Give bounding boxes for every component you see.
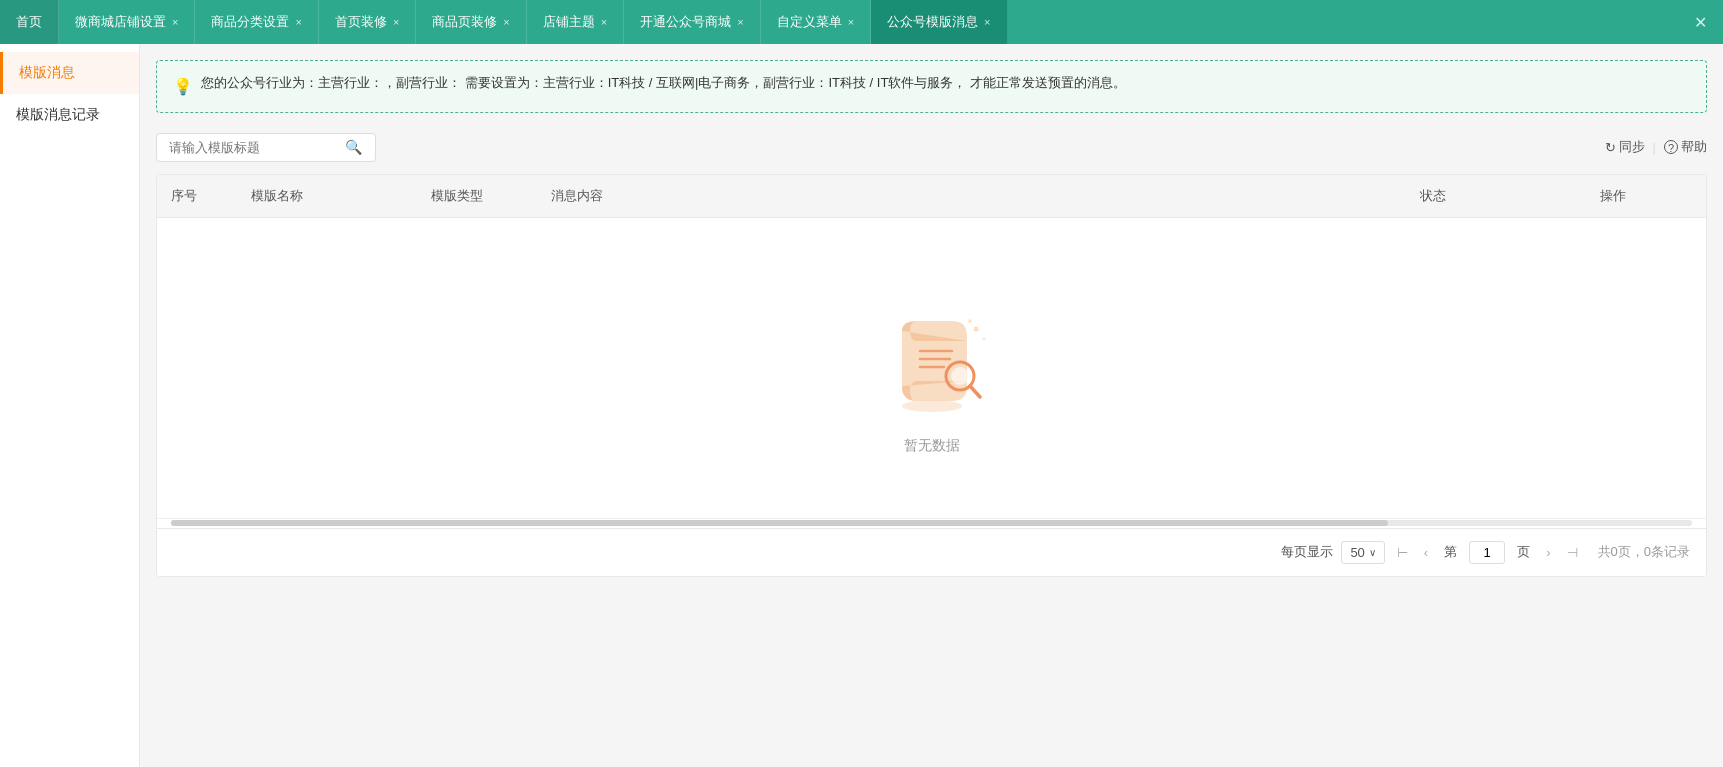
sidebar-item-template-msg[interactable]: 模版消息 [0,52,139,94]
col-header-status: 状态 [1406,175,1586,217]
close-tab-shop-theme[interactable]: × [601,16,607,28]
refresh-icon: ↻ [1605,140,1616,155]
sidebar-item-template-msg-label: 模版消息 [19,64,75,80]
sync-label: 同步 [1619,138,1645,156]
table-header: 序号 模版名称 模版类型 消息内容 状态 操作 [157,175,1706,218]
svg-point-8 [982,337,985,340]
page-size-label: 每页显示 [1281,543,1333,561]
content-area: 💡 您的公众号行业为：主营行业：，副营行业： 需要设置为：主营行业：IT科技 /… [140,44,1723,767]
scrollbar-track[interactable] [171,520,1692,526]
empty-illustration [872,301,992,421]
refresh-button[interactable]: ↻ 同步 [1605,138,1645,156]
toolbar-right: ↻ 同步 | ? 帮助 [1605,138,1707,156]
help-label: 帮助 [1681,138,1707,156]
tab-custom-menu[interactable]: 自定义菜单 × [761,0,871,44]
search-input[interactable] [165,134,345,161]
search-bar: 🔍 ↻ 同步 | ? 帮助 [156,133,1707,162]
top-nav: 首页 微商城店铺设置 × 商品分类设置 × 首页装修 × 商品页装修 × 店铺主… [0,0,1723,44]
search-input-wrap: 🔍 [156,133,376,162]
svg-point-9 [968,319,972,323]
tab-template-msg-label: 公众号模版消息 [887,13,978,31]
empty-text: 暂无数据 [904,437,960,455]
col-header-type: 模版类型 [417,175,537,217]
toolbar-divider: | [1653,140,1656,155]
scrollbar-thumb [171,520,1388,526]
col-header-index: 序号 [157,175,237,217]
col-header-action: 操作 [1586,175,1706,217]
scrollbar-area [157,518,1706,528]
tab-shop-settings[interactable]: 微商城店铺设置 × [59,0,195,44]
first-page-button[interactable]: ⊢ [1393,543,1412,562]
tab-home-decor[interactable]: 首页装修 × [319,0,416,44]
pagination: 每页显示 50 ∨ ⊢ ‹ 第 页 › ⊣ 共0页，0条记录 [157,528,1706,576]
close-tab-open-mall[interactable]: × [737,16,743,28]
tab-open-mall[interactable]: 开通公众号商城 × [624,0,760,44]
main-layout: 模版消息 模版消息记录 💡 您的公众号行业为：主营行业：，副营行业： 需要设置为… [0,44,1723,767]
last-page-button[interactable]: ⊣ [1563,543,1582,562]
close-tab-product-decor[interactable]: × [503,16,509,28]
tab-category-settings[interactable]: 商品分类设置 × [195,0,318,44]
page-number-input[interactable] [1469,541,1505,564]
col-header-name: 模版名称 [237,175,417,217]
help-button[interactable]: ? 帮助 [1664,138,1707,156]
close-tab-custom-menu[interactable]: × [848,16,854,28]
sidebar-item-template-msg-log[interactable]: 模版消息记录 [0,94,139,136]
help-icon: ? [1664,140,1678,154]
next-page-button[interactable]: › [1542,543,1554,562]
page-size-select[interactable]: 50 ∨ [1341,541,1384,564]
close-tab-home-decor[interactable]: × [393,16,399,28]
sidebar-item-template-msg-log-label: 模版消息记录 [16,106,100,122]
sidebar: 模版消息 模版消息记录 [0,44,140,767]
prev-page-button[interactable]: ‹ [1420,543,1432,562]
close-tab-category-settings[interactable]: × [295,16,301,28]
tab-shop-theme-label: 店铺主题 [543,13,595,31]
notice-box: 💡 您的公众号行业为：主营行业：，副营行业： 需要设置为：主营行业：IT科技 /… [156,60,1707,113]
tab-shop-theme[interactable]: 店铺主题 × [527,0,624,44]
tab-shop-settings-label: 微商城店铺设置 [75,13,166,31]
chevron-down-icon: ∨ [1369,547,1376,558]
tab-product-decor-label: 商品页装修 [432,13,497,31]
page-total-label: 共0页，0条记录 [1598,543,1690,561]
svg-point-5 [951,367,969,385]
close-all-tabs-button[interactable]: ✕ [1678,13,1723,32]
tab-home[interactable]: 首页 [0,0,59,44]
tab-product-decor[interactable]: 商品页装修 × [416,0,526,44]
notice-prefix: 您的公众号行业为：主营行业：，副营行业： [201,75,461,90]
svg-line-6 [970,386,980,397]
data-table: 序号 模版名称 模版类型 消息内容 状态 操作 [156,174,1707,577]
notice-suffix: 才能正常发送预置的消息。 [970,75,1126,90]
tab-custom-menu-label: 自定义菜单 [777,13,842,31]
tab-open-mall-label: 开通公众号商城 [640,13,731,31]
search-button[interactable]: 🔍 [345,139,362,155]
tab-category-settings-label: 商品分类设置 [211,13,289,31]
tab-template-msg[interactable]: 公众号模版消息 × [871,0,1007,44]
col-header-content: 消息内容 [537,175,1406,217]
page-unit-label: 页 [1517,543,1530,561]
page-size-value: 50 [1350,545,1364,560]
svg-point-0 [902,400,962,412]
close-tab-template-msg[interactable]: × [984,16,990,28]
notice-icon: 💡 [173,74,193,100]
tab-home-decor-label: 首页装修 [335,13,387,31]
page-label-prefix: 第 [1444,543,1457,561]
close-tab-shop-settings[interactable]: × [172,16,178,28]
table-body-empty: 暂无数据 [157,218,1706,518]
tab-home-label: 首页 [16,13,42,31]
notice-highlight: 需要设置为：主营行业：IT科技 / 互联网|电子商务，副营行业：IT科技 / I… [465,75,967,90]
notice-text: 您的公众号行业为：主营行业：，副营行业： 需要设置为：主营行业：IT科技 / 互… [201,73,1126,94]
svg-point-7 [973,326,978,331]
